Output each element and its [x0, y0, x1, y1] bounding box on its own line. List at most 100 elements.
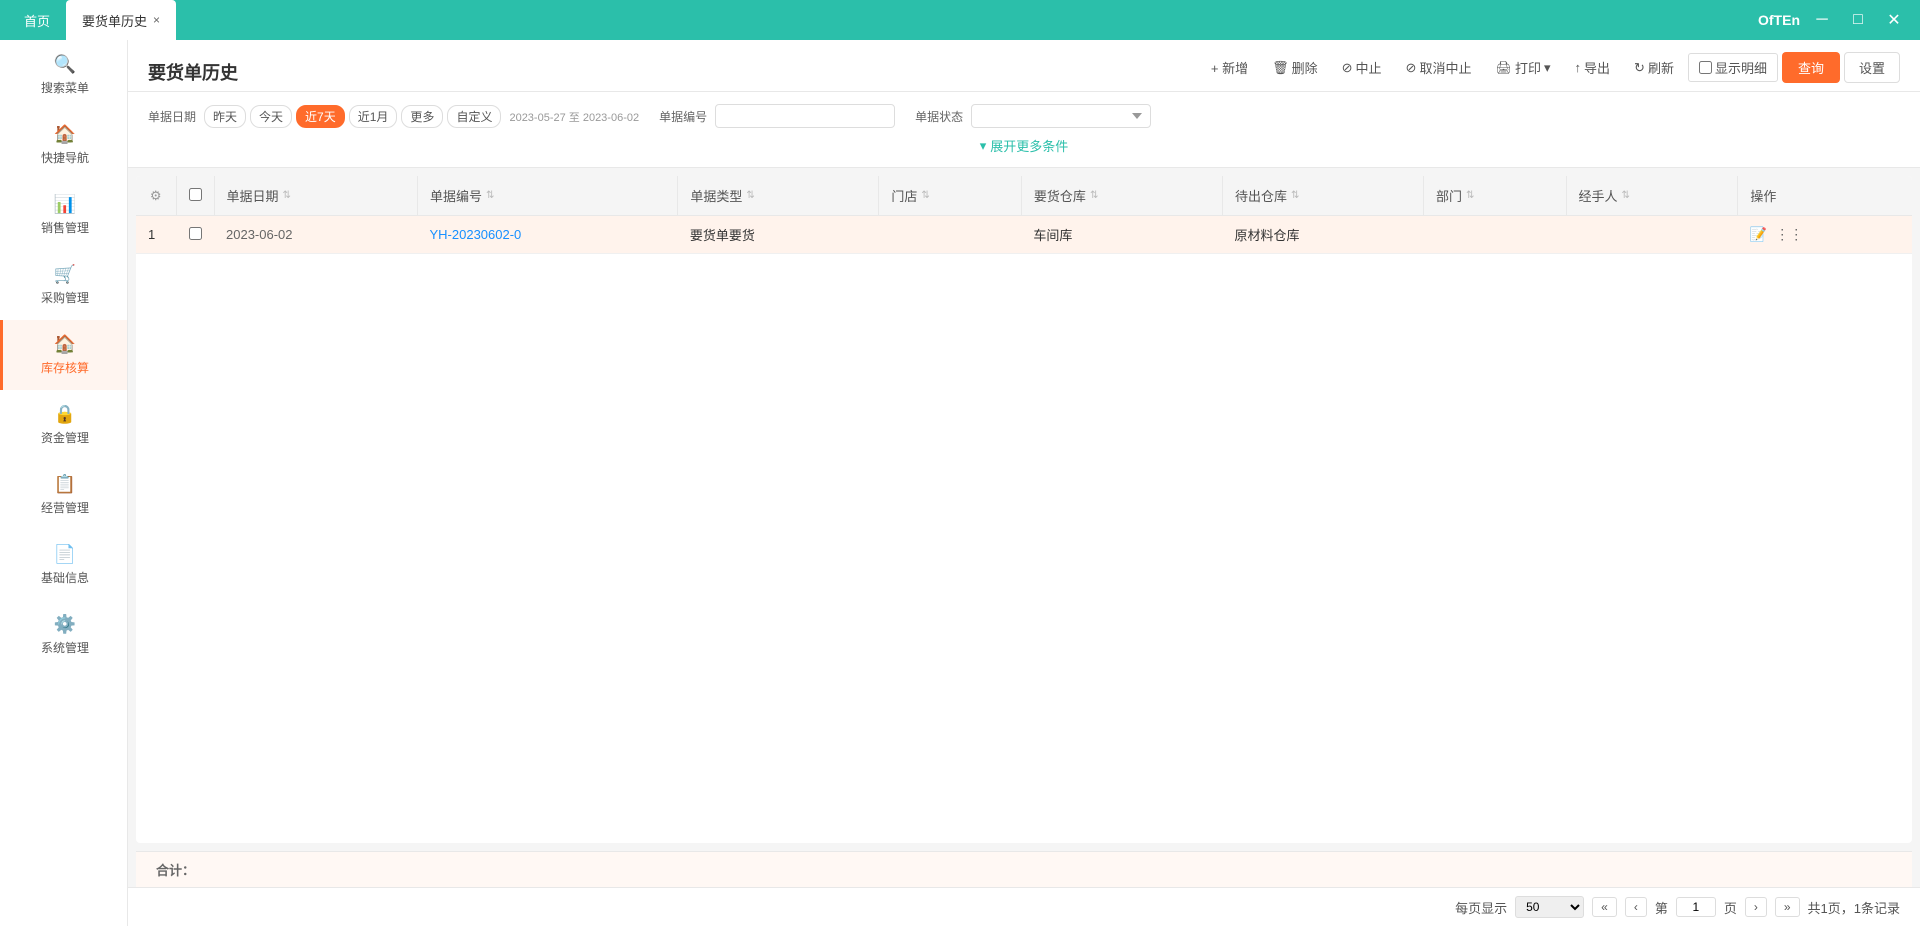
filter-row-main: 单据日期 昨天 今天 近7天 近1月 更多 自定义 2023-05-27 至 2…	[148, 104, 1900, 128]
settings-button[interactable]: 设置	[1844, 52, 1900, 83]
col-action: 操作	[1738, 176, 1912, 216]
col-handler: 经手人 ⇅	[1566, 176, 1738, 216]
total-info: 共1页，1条记录	[1808, 898, 1900, 917]
row-req-warehouse: 车间库	[1021, 216, 1222, 254]
action-icons: 📝 ⋮⋮	[1750, 226, 1900, 243]
date-filter-label: 单据日期	[148, 108, 196, 125]
search-menu-icon: 🔍	[54, 54, 76, 75]
sidebar-item-system[interactable]: ⚙️ 系统管理	[0, 600, 127, 670]
row-department	[1423, 216, 1566, 254]
col-store: 门店 ⇅	[879, 176, 1022, 216]
sort-date-icon[interactable]: ⇅	[283, 190, 291, 201]
sort-docno-icon[interactable]: ⇅	[486, 190, 494, 201]
pagination-bar: 每页显示 50 10 20 100 « ‹ 第 页 › » 共1页，1条记录	[128, 887, 1920, 926]
per-page-select[interactable]: 50 10 20 100	[1515, 896, 1584, 918]
sidebar-item-purchase[interactable]: 🛒 采购管理	[0, 250, 127, 320]
window-close-button[interactable]: ✕	[1880, 6, 1908, 34]
tab-close-icon[interactable]: ×	[153, 13, 160, 27]
print-button[interactable]: 🖨 打印 ▾	[1485, 53, 1560, 82]
refresh-icon: ↻	[1634, 60, 1645, 76]
sidebar-item-operations[interactable]: 📋 经营管理	[0, 460, 127, 530]
row-action: 📝 ⋮⋮	[1738, 216, 1912, 254]
requisition-table: ⚙ 单据日期 ⇅ 单据编号	[136, 176, 1912, 254]
col-settings[interactable]: ⚙	[136, 176, 176, 216]
date-btn-1month[interactable]: 近1月	[349, 105, 398, 128]
window-minimize-button[interactable]: ─	[1808, 6, 1836, 34]
new-button[interactable]: + 新增	[1201, 53, 1258, 82]
filter-docno-group: 单据编号	[659, 104, 895, 128]
row-date: 2023-06-02	[214, 216, 417, 254]
next-page-button[interactable]: ›	[1745, 897, 1767, 917]
table-row: 1 2023-06-02 YH-20230602-0 要货单要货 车间库 原材料…	[136, 216, 1912, 254]
sort-store-icon[interactable]: ⇅	[921, 190, 929, 201]
page-label: 第	[1655, 898, 1668, 917]
sort-doctype-icon[interactable]: ⇅	[746, 190, 754, 201]
date-btn-more[interactable]: 更多	[401, 105, 443, 128]
filter-status-group: 单据状态	[915, 104, 1151, 128]
main-layout: 🔍 搜索菜单 🏠 快捷导航 📊 销售管理 🛒 采购管理 🏠 库存核算 🔒 资金管…	[0, 40, 1920, 926]
date-btn-today[interactable]: 今天	[250, 105, 292, 128]
docno-filter-input[interactable]	[715, 104, 895, 128]
refresh-button[interactable]: ↻ 刷新	[1624, 53, 1684, 82]
filter-area: 单据日期 昨天 今天 近7天 近1月 更多 自定义 2023-05-27 至 2…	[128, 92, 1920, 168]
per-page-label: 每页显示	[1455, 898, 1507, 917]
expand-more-icon: ▾	[980, 138, 987, 154]
show-detail-checkbox[interactable]	[1699, 61, 1712, 74]
col-doctype: 单据类型 ⇅	[678, 176, 879, 216]
current-page-input[interactable]	[1676, 897, 1716, 917]
row-checkbox[interactable]	[189, 227, 202, 240]
sidebar-item-finance[interactable]: 🔒 资金管理	[0, 390, 127, 460]
show-detail-button[interactable]: 显示明细	[1688, 53, 1778, 82]
page-title: 要货单历史	[148, 59, 238, 85]
select-all-checkbox[interactable]	[189, 188, 202, 201]
sort-handler-icon[interactable]: ⇅	[1622, 190, 1630, 201]
date-btn-yesterday[interactable]: 昨天	[204, 105, 246, 128]
top-bar-right: OfTEn ─ □ ✕	[1758, 6, 1920, 34]
date-btn-custom[interactable]: 自定义	[447, 105, 501, 128]
brand-label: OfTEn	[1758, 12, 1800, 28]
sidebar-item-basic-info[interactable]: 📄 基础信息	[0, 530, 127, 600]
basic-info-icon: 📄	[54, 544, 76, 565]
date-btn-7days[interactable]: 近7天	[296, 105, 345, 128]
sort-req-warehouse-icon[interactable]: ⇅	[1090, 190, 1098, 201]
sort-department-icon[interactable]: ⇅	[1466, 190, 1474, 201]
col-docno: 单据编号 ⇅	[417, 176, 677, 216]
date-buttons: 昨天 今天 近7天 近1月 更多 自定义	[204, 105, 501, 128]
status-filter-select[interactable]	[971, 104, 1151, 128]
row-docno-link[interactable]: YH-20230602-0	[429, 227, 521, 242]
sidebar-item-search[interactable]: 🔍 搜索菜单	[0, 40, 127, 110]
table-footer: 合计：	[136, 851, 1912, 887]
export-button[interactable]: ↑ 导出	[1565, 53, 1621, 82]
cancel-stop-icon: ⊘	[1406, 60, 1417, 76]
toolbar: + 新增 🗑 删除 ⊘ 中止 ⊘ 取消中止 🖨 打印 ▾	[1201, 52, 1900, 91]
sidebar: 🔍 搜索菜单 🏠 快捷导航 📊 销售管理 🛒 采购管理 🏠 库存核算 🔒 资金管…	[0, 40, 128, 926]
export-icon: ↑	[1575, 60, 1582, 75]
sidebar-item-inventory[interactable]: 🏠 库存核算	[0, 320, 127, 390]
delete-button[interactable]: 🗑 删除	[1262, 53, 1328, 82]
sidebar-item-quicknav[interactable]: 🏠 快捷导航	[0, 110, 127, 180]
col-date: 单据日期 ⇅	[214, 176, 417, 216]
query-button[interactable]: 查询	[1782, 52, 1840, 83]
prev-page-button[interactable]: ‹	[1625, 897, 1647, 917]
tab-home[interactable]: 首页	[8, 0, 66, 40]
system-icon: ⚙️	[54, 614, 76, 635]
tab-requisition-history[interactable]: 要货单历史 ×	[66, 0, 176, 40]
stop-icon: ⊘	[1342, 60, 1353, 76]
docno-filter-label: 单据编号	[659, 108, 707, 125]
tab-list: 首页 要货单历史 ×	[8, 0, 1758, 40]
more-icon[interactable]: ⋮⋮	[1775, 226, 1803, 243]
stop-button[interactable]: ⊘ 中止	[1332, 53, 1392, 82]
expand-more-button[interactable]: ▾ 展开更多条件	[148, 136, 1900, 155]
last-page-button[interactable]: »	[1775, 897, 1800, 917]
edit-icon[interactable]: 📝	[1750, 226, 1767, 243]
operations-icon: 📋	[54, 474, 76, 495]
sidebar-item-sales[interactable]: 📊 销售管理	[0, 180, 127, 250]
date-range-text: 2023-05-27 至 2023-06-02	[509, 109, 639, 125]
footer-total-label: 合计：	[156, 860, 195, 879]
table-header-row: ⚙ 单据日期 ⇅ 单据编号	[136, 176, 1912, 216]
sort-wait-warehouse-icon[interactable]: ⇅	[1291, 190, 1299, 201]
cancel-stop-button[interactable]: ⊘ 取消中止	[1396, 53, 1482, 82]
first-page-button[interactable]: «	[1592, 897, 1617, 917]
page-suffix: 页	[1724, 898, 1737, 917]
window-maximize-button[interactable]: □	[1844, 6, 1872, 34]
